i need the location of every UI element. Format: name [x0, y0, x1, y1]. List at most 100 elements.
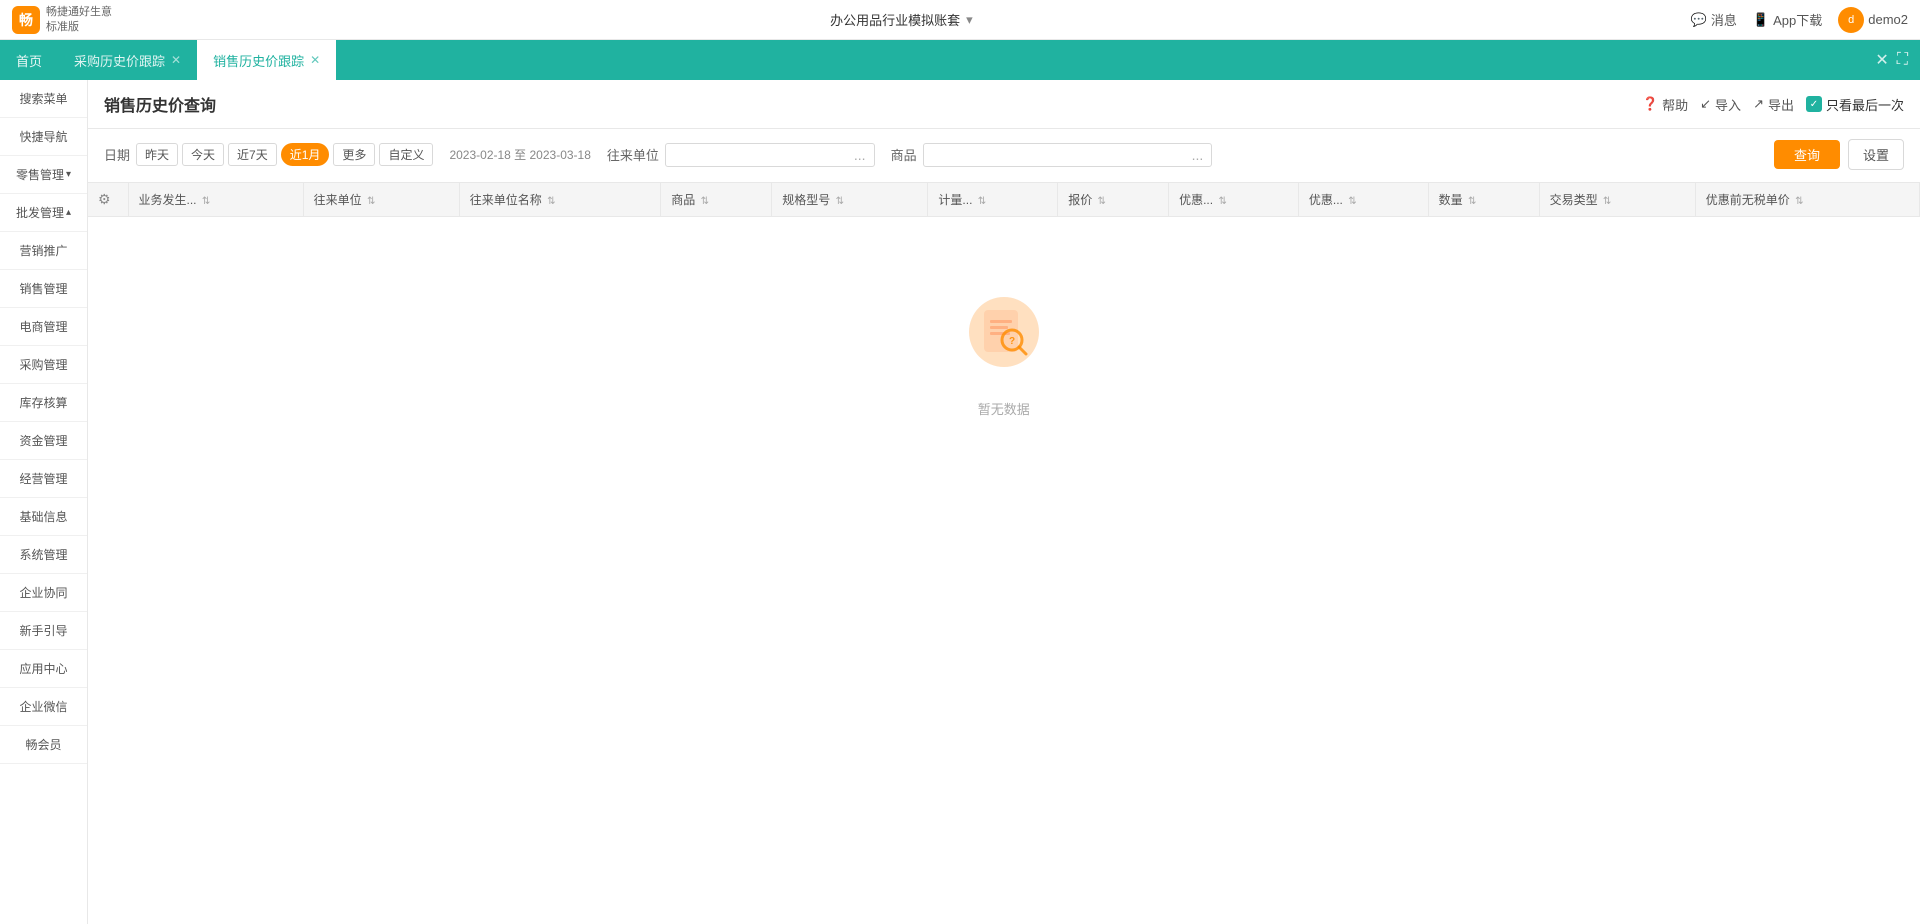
main-layout: 搜索菜单 快捷导航 零售管理 ▾ 批发管理 ▴ 营销推广 销售管理 电商管理 采…	[0, 80, 1920, 924]
sidebar-item-wholesale-mgmt[interactable]: 批发管理 ▴	[0, 194, 87, 232]
help-btn[interactable]: ❓ 帮助	[1642, 95, 1688, 114]
sidebar-item-purchase-mgmt[interactable]: 采购管理	[0, 346, 87, 384]
empty-text: 暂无数据	[978, 399, 1030, 418]
logo-area: 畅 畅捷通好生意 标准版	[12, 5, 112, 34]
sidebar-item-sys-mgmt[interactable]: 系统管理	[0, 536, 87, 574]
th-product: 商品 ⇅	[661, 183, 772, 217]
logo-text: 畅捷通好生意 标准版	[46, 5, 112, 34]
sidebar-item-enterprise-coop[interactable]: 企业协同	[0, 574, 87, 612]
product-input[interactable]	[932, 147, 1192, 162]
import-btn[interactable]: ↙ 导入	[1700, 95, 1741, 114]
th-spec: 规格型号 ⇅	[772, 183, 928, 217]
date-btn-custom[interactable]: 自定义	[379, 143, 433, 166]
data-table: ⚙ 业务发生... ⇅ 往来单位 ⇅ 往来单位名称 ⇅	[88, 183, 1920, 498]
sidebar-item-quick-nav[interactable]: 快捷导航	[0, 118, 87, 156]
date-btn-more[interactable]: 更多	[333, 143, 375, 166]
user-area[interactable]: d demo2	[1838, 7, 1908, 33]
th-qty: 数量 ⇅	[1428, 183, 1539, 217]
sidebar-item-inventory[interactable]: 库存核算	[0, 384, 87, 422]
th-gear: ⚙	[88, 183, 128, 217]
sort-trade-type-icon[interactable]: ⇅	[1603, 196, 1611, 207]
empty-image: ?	[959, 297, 1049, 387]
sort-price-icon[interactable]: ⇅	[1098, 196, 1106, 207]
avatar: d	[1838, 7, 1864, 33]
tab-sales-history[interactable]: 销售历史价跟踪 ✕	[197, 40, 336, 80]
dropdown-arrow-icon[interactable]: ▾	[966, 12, 973, 28]
user-name: demo2	[1868, 12, 1908, 27]
product-input-dots[interactable]: ...	[1192, 147, 1204, 163]
sidebar-item-app-center[interactable]: 应用中心	[0, 650, 87, 688]
tab-home[interactable]: 首页	[0, 40, 58, 80]
tab-maximize-icon[interactable]: ⛶	[1897, 51, 1908, 69]
sort-pretax-price-icon[interactable]: ⇅	[1795, 196, 1803, 207]
export-btn[interactable]: ↗ 导出	[1753, 95, 1794, 114]
checkbox-label: 只看最后一次	[1826, 95, 1904, 114]
table-header-row: ⚙ 业务发生... ⇅ 往来单位 ⇅ 往来单位名称 ⇅	[88, 183, 1920, 217]
date-btn-yesterday[interactable]: 昨天	[136, 143, 178, 166]
tab-purchase-history[interactable]: 采购历史价跟踪 ✕	[58, 40, 197, 80]
tab-sales-close-icon[interactable]: ✕	[310, 53, 320, 67]
sort-spec-icon[interactable]: ⇅	[836, 196, 844, 207]
sidebar-item-finance-mgmt[interactable]: 资金管理	[0, 422, 87, 460]
sidebar-item-sales-mgmt[interactable]: 销售管理	[0, 270, 87, 308]
sort-qty-icon[interactable]: ⇅	[1468, 196, 1476, 207]
product-input-wrapper: ...	[923, 143, 1213, 167]
sort-product-icon[interactable]: ⇅	[701, 196, 709, 207]
content-area: 销售历史价查询 ❓ 帮助 ↙ 导入 ↗ 导出 ✓	[88, 80, 1920, 924]
tab-close-action-icon[interactable]: ✕	[1875, 50, 1888, 70]
partner-filter-label: 往来单位	[607, 145, 659, 164]
tab-purchase-close-icon[interactable]: ✕	[171, 53, 181, 67]
setting-button[interactable]: 设置	[1848, 139, 1904, 170]
sidebar-item-basic-info[interactable]: 基础信息	[0, 498, 87, 536]
product-filter: 商品 ...	[891, 143, 1213, 167]
sidebar-item-guide[interactable]: 新手引导	[0, 612, 87, 650]
buttons-area: 查询 设置	[1774, 139, 1904, 170]
empty-image-inner: ?	[969, 297, 1039, 367]
sidebar-item-ecomm-mgmt[interactable]: 电商管理	[0, 308, 87, 346]
date-btn-today[interactable]: 今天	[182, 143, 224, 166]
last-once-checkbox-item[interactable]: ✓ 只看最后一次	[1806, 95, 1904, 114]
date-filter-label: 日期	[104, 145, 130, 164]
sort-partner-code-icon[interactable]: ⇅	[367, 196, 375, 207]
table-header: ⚙ 业务发生... ⇅ 往来单位 ⇅ 往来单位名称 ⇅	[88, 183, 1920, 217]
empty-state: ? 暂无数据	[88, 217, 1920, 498]
date-buttons: 昨天 今天 近7天 近1月 更多 自定义	[136, 143, 433, 166]
import-label: 导入	[1715, 95, 1741, 114]
date-btn-last7[interactable]: 近7天	[228, 143, 277, 166]
tab-bar: 首页 采购历史价跟踪 ✕ 销售历史价跟踪 ✕ ✕ ⛶	[0, 40, 1920, 80]
filter-row: 日期 昨天 今天 近7天 近1月 更多 自定义 2023-02-18 至 202…	[104, 139, 1904, 170]
top-bar-center: 办公用品行业模拟账套 ▾	[830, 10, 973, 29]
sidebar-item-enterprise-wechat[interactable]: 企业微信	[0, 688, 87, 726]
import-icon: ↙	[1700, 96, 1711, 112]
top-bar-left: 畅 畅捷通好生意 标准版	[12, 5, 112, 34]
checkbox-icon: ✓	[1806, 96, 1822, 112]
query-button[interactable]: 查询	[1774, 140, 1840, 169]
date-btn-last1m[interactable]: 近1月	[281, 143, 330, 166]
logo-icon: 畅	[12, 6, 40, 34]
sort-discount2-icon[interactable]: ⇅	[1348, 196, 1356, 207]
sort-biz-date-icon[interactable]: ⇅	[202, 196, 210, 207]
sidebar-item-ops-mgmt[interactable]: 经营管理	[0, 460, 87, 498]
sort-unit-icon[interactable]: ⇅	[978, 196, 986, 207]
filter-bar: 日期 昨天 今天 近7天 近1月 更多 自定义 2023-02-18 至 202…	[88, 129, 1920, 183]
th-price: 报价 ⇅	[1058, 183, 1169, 217]
sidebar-item-member[interactable]: 畅会员	[0, 726, 87, 764]
page-title: 销售历史价查询	[104, 92, 216, 116]
message-btn[interactable]: 💬 消息	[1691, 10, 1737, 29]
partner-input-dots[interactable]: ...	[854, 147, 866, 163]
sidebar-item-search-menu[interactable]: 搜索菜单	[0, 80, 87, 118]
gear-icon[interactable]: ⚙	[98, 191, 111, 207]
sidebar-item-retail-mgmt[interactable]: 零售管理 ▾	[0, 156, 87, 194]
app-download-btn[interactable]: 📱 App下载	[1753, 10, 1822, 29]
sidebar-item-marketing[interactable]: 营销推广	[0, 232, 87, 270]
date-range-text: 2023-02-18 至 2023-03-18	[449, 146, 590, 163]
th-biz-date: 业务发生... ⇅	[128, 183, 303, 217]
retail-arrow-icon: ▾	[66, 169, 71, 180]
sort-partner-name-icon[interactable]: ⇅	[547, 196, 555, 207]
product-filter-label: 商品	[891, 145, 917, 164]
partner-input[interactable]	[674, 147, 854, 162]
sort-discount1-icon[interactable]: ⇅	[1218, 196, 1226, 207]
empty-state-row: ? 暂无数据	[88, 217, 1920, 499]
th-partner-code: 往来单位 ⇅	[303, 183, 459, 217]
dropdown-label: 办公用品行业模拟账套	[830, 10, 960, 29]
